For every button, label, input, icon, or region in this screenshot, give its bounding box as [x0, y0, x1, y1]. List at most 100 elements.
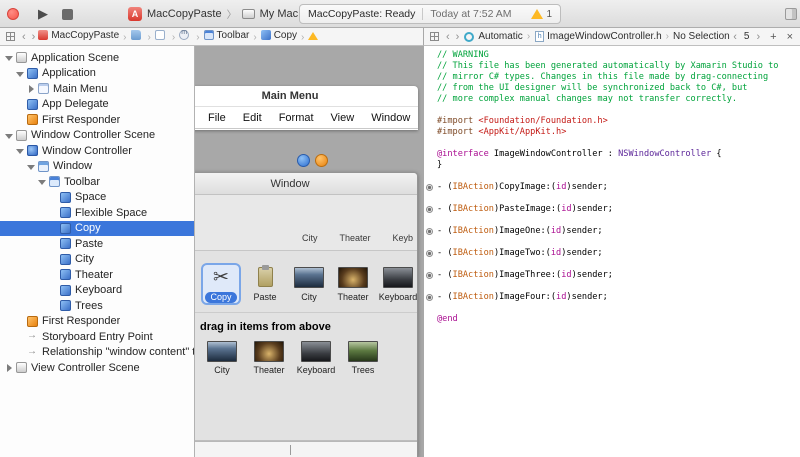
toolbar-preview-label-keyb[interactable]: Keyb — [392, 233, 413, 243]
outline-row-relationship-window-content-to[interactable]: Relationship "window content" to ... — [0, 345, 194, 361]
breadcrumb-maccopypaste[interactable]: MacCopyPaste — [38, 30, 119, 41]
assistant-mode-crumb[interactable]: Automatic — [478, 31, 522, 42]
breadcrumb-doc[interactable] — [155, 30, 168, 40]
code-line[interactable] — [437, 303, 800, 314]
counterpart-next-button[interactable]: › — [753, 31, 763, 43]
outline-row-main-menu[interactable]: Main Menu — [0, 81, 194, 97]
code-line[interactable]: - (IBAction)PasteImage:(id)sender; — [437, 204, 800, 215]
close-assistant-button[interactable]: × — [784, 31, 796, 43]
back-button[interactable]: ‹ — [19, 31, 29, 43]
connection-well-icon[interactable] — [426, 272, 433, 279]
menu-item-file[interactable]: File — [208, 112, 226, 124]
disclosure-triangle[interactable] — [15, 68, 26, 79]
code-line[interactable] — [437, 105, 800, 116]
outline-row-window[interactable]: Window — [0, 159, 194, 175]
outline-row-first-responder[interactable]: First Responder — [0, 112, 194, 128]
code-line[interactable]: } — [437, 160, 800, 171]
warning-count[interactable]: 1 — [546, 9, 552, 20]
outline-row-copy[interactable]: Copy — [0, 221, 194, 237]
code-line[interactable] — [437, 281, 800, 292]
connection-well-icon[interactable] — [426, 294, 433, 301]
connection-well-icon[interactable] — [426, 184, 433, 191]
main-menu-mockup[interactable]: Main Menu FileEditFormatViewWindow — [195, 86, 418, 130]
outline-row-storyboard-entry-point[interactable]: Storyboard Entry Point — [0, 329, 194, 345]
outline-row-application-scene[interactable]: Application Scene — [0, 50, 194, 66]
menu-item-view[interactable]: View — [331, 112, 355, 124]
connection-well-icon[interactable] — [426, 206, 433, 213]
outline-row-theater[interactable]: Theater — [0, 267, 194, 283]
toolbar-preview-label-theater[interactable]: Theater — [339, 233, 370, 243]
outline-row-window-controller-scene[interactable]: Window Controller Scene — [0, 128, 194, 144]
scheme-selector[interactable]: A MacCopyPaste 〉 My Mac — [128, 6, 298, 21]
connection-well-icon[interactable] — [426, 228, 433, 235]
palette-item-copy[interactable]: Copy — [203, 265, 239, 303]
window-toolbar-preview[interactable]: City Theater Keyb — [195, 195, 417, 251]
disclosure-triangle[interactable] — [26, 83, 37, 94]
window-mockup[interactable]: Window CityTheaterKeyb CopyPasteCityThea… — [195, 172, 418, 457]
warning-icon[interactable] — [531, 9, 543, 19]
stop-button[interactable] — [62, 9, 73, 20]
outline-row-toolbar[interactable]: Toolbar — [0, 174, 194, 190]
default-item-trees[interactable]: Trees — [344, 341, 382, 376]
code-line[interactable] — [437, 138, 800, 149]
breadcrumb-warning[interactable] — [308, 32, 321, 40]
code-line[interactable]: // This file has been generated automati… — [437, 61, 800, 72]
breadcrumb-folder[interactable] — [131, 30, 144, 40]
palette-item-theater[interactable]: Theater — [335, 265, 371, 303]
code-line[interactable]: // more complex manual changes may not t… — [437, 94, 800, 105]
forward-button[interactable]: › — [453, 31, 463, 43]
close-window-icon[interactable] — [7, 8, 19, 20]
code-line[interactable] — [437, 215, 800, 226]
disclosure-triangle[interactable] — [4, 362, 15, 373]
code-line[interactable]: - (IBAction)ImageTwo:(id)sender; — [437, 248, 800, 259]
code-line[interactable]: #import <Foundation/Foundation.h> — [437, 116, 800, 127]
assistant-editor[interactable]: // WARNING// This file has been generate… — [423, 46, 800, 457]
disclosure-triangle[interactable] — [37, 176, 48, 187]
outline-row-view-controller-scene[interactable]: View Controller Scene — [0, 360, 194, 376]
code-line[interactable] — [437, 237, 800, 248]
code-line[interactable]: - (IBAction)ImageOne:(id)sender; — [437, 226, 800, 237]
outline-row-first-responder[interactable]: First Responder — [0, 314, 194, 330]
default-item-city[interactable]: City — [203, 341, 241, 376]
disclosure-triangle[interactable] — [26, 161, 37, 172]
palette-item-paste[interactable]: Paste — [247, 265, 283, 303]
code-line[interactable] — [437, 171, 800, 182]
code-line[interactable]: #import <AppKit/AppKit.h> — [437, 127, 800, 138]
outline-row-app-delegate[interactable]: App Delegate — [0, 97, 194, 113]
outline-row-city[interactable]: City — [0, 252, 194, 268]
code-line[interactable] — [437, 259, 800, 270]
outline-row-trees[interactable]: Trees — [0, 298, 194, 314]
outline-row-paste[interactable]: Paste — [0, 236, 194, 252]
code-line[interactable]: // mirror C# types. Changes in this file… — [437, 72, 800, 83]
add-assistant-button[interactable]: + — [767, 31, 779, 43]
outline-row-window-controller[interactable]: Window Controller — [0, 143, 194, 159]
menu-item-window[interactable]: Window — [371, 112, 410, 124]
code-line[interactable]: - (IBAction)ImageThree:(id)sender; — [437, 270, 800, 281]
ib-canvas[interactable]: Main Menu FileEditFormatViewWindow Windo… — [195, 46, 423, 457]
code-line[interactable] — [437, 193, 800, 204]
default-item-keyboard[interactable]: Keyboard — [297, 341, 335, 376]
palette-item-keyboard[interactable]: Keyboard — [379, 265, 417, 303]
code-line[interactable]: - (IBAction)ImageFour:(id)sender; — [437, 292, 800, 303]
outline-row-flexible-space[interactable]: Flexible Space — [0, 205, 194, 221]
code-line[interactable]: - (IBAction)CopyImage:(id)sender; — [437, 182, 800, 193]
code-line[interactable]: @end — [437, 314, 800, 325]
menu-item-edit[interactable]: Edit — [243, 112, 262, 124]
default-item-theater[interactable]: Theater — [250, 341, 288, 376]
related-items-icon[interactable] — [6, 32, 15, 41]
window-controller-dock-icon[interactable] — [297, 154, 310, 167]
code-line[interactable]: // from the UI designer will be synchron… — [437, 83, 800, 94]
outline-row-application[interactable]: Application — [0, 66, 194, 82]
code-line[interactable]: // WARNING — [437, 50, 800, 61]
menu-item-format[interactable]: Format — [279, 112, 314, 124]
outline-row-space[interactable]: Space — [0, 190, 194, 206]
editor-mode-icon[interactable] — [785, 8, 797, 20]
toolbar-preview-label-city[interactable]: City — [302, 233, 318, 243]
disclosure-triangle[interactable] — [4, 52, 15, 63]
palette-item-city[interactable]: City — [291, 265, 327, 303]
back-button[interactable]: ‹ — [443, 31, 453, 43]
forward-button[interactable]: › — [29, 31, 39, 43]
breadcrumb-m-badge[interactable] — [179, 30, 192, 40]
connection-well-icon[interactable] — [426, 250, 433, 257]
breadcrumb-toolbar[interactable]: Toolbar — [204, 30, 250, 41]
